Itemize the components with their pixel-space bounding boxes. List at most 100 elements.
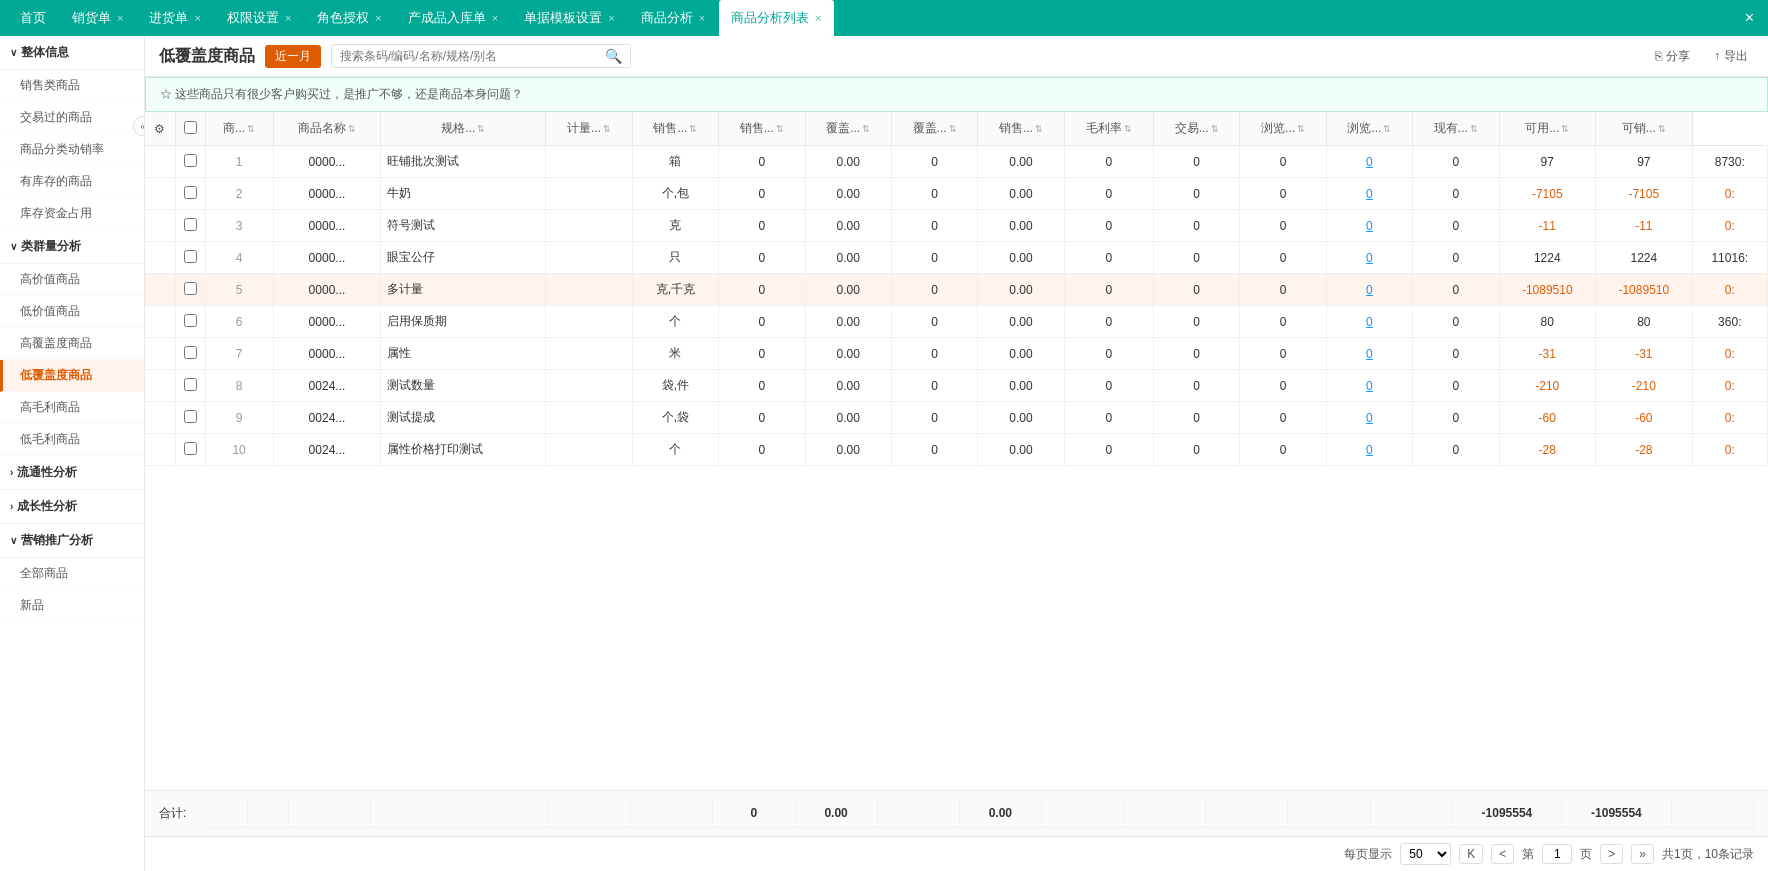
page-input[interactable] [1542, 844, 1572, 864]
view2-column-header[interactable]: 浏览...⇅ [1326, 112, 1412, 146]
row-settings[interactable] [145, 242, 175, 274]
row-view1[interactable]: 0 [1326, 178, 1412, 210]
chevron-icon: ∨ [10, 535, 17, 546]
table-container[interactable]: ⚙ 商...⇅ 商品名称⇅ 规格...⇅ 计量...⇅ 销售...⇅ 销售...… [145, 112, 1768, 790]
name-column-header[interactable]: 商品名称⇅ [273, 112, 381, 146]
close-icon[interactable]: × [492, 12, 498, 24]
coverage2-column-header[interactable]: 覆盖...⇅ [891, 112, 977, 146]
trade-column-header[interactable]: 交易...⇅ [1154, 112, 1240, 146]
close-icon[interactable]: × [285, 12, 291, 24]
spec-column-header[interactable]: 规格...⇅ [381, 112, 546, 146]
close-icon[interactable]: × [815, 12, 821, 24]
available-stock-column-header[interactable]: 可用...⇅ [1499, 112, 1596, 146]
row-view1[interactable]: 0 [1326, 338, 1412, 370]
sidebar-item-new-goods[interactable]: 新品 [0, 590, 144, 622]
sellable-column-header[interactable]: 可销...⇅ [1596, 112, 1693, 146]
sales-amt-column-header[interactable]: 销售...⇅ [719, 112, 805, 146]
sidebar-item-stock-capital[interactable]: 库存资金占用 [0, 198, 144, 230]
unit-column-header[interactable]: 计量...⇅ [546, 112, 632, 146]
row-settings[interactable] [145, 274, 175, 306]
sidebar-item-traded-goods[interactable]: 交易过的商品 [0, 102, 144, 134]
row-view1[interactable]: 0 [1326, 146, 1412, 178]
row-settings[interactable] [145, 370, 175, 402]
sales-qty-column-header[interactable]: 销售...⇅ [632, 112, 718, 146]
row-view1[interactable]: 0 [1326, 402, 1412, 434]
row-view1[interactable]: 0 [1326, 306, 1412, 338]
close-icon[interactable]: × [699, 12, 705, 24]
sidebar-item-stock-goods[interactable]: 有库存的商品 [0, 166, 144, 198]
sidebar-section-circulation[interactable]: › 流通性分析 [0, 456, 144, 490]
row-view1[interactable]: 0 [1326, 242, 1412, 274]
row-view1[interactable]: 0 [1326, 370, 1412, 402]
row-name: 符号测试 [381, 210, 546, 242]
row-checkbox[interactable] [175, 146, 205, 178]
sidebar-item-high-value[interactable]: 高价值商品 [0, 264, 144, 296]
row-settings[interactable] [145, 338, 175, 370]
nav-role[interactable]: 角色授权 × [305, 0, 393, 36]
close-icon[interactable]: × [375, 12, 381, 24]
row-checkbox[interactable] [175, 402, 205, 434]
sidebar-item-category-turnover[interactable]: 商品分类动销率 [0, 134, 144, 166]
sidebar-item-sales-goods[interactable]: 销售类商品 [0, 70, 144, 102]
gross-margin-column-header[interactable]: 毛利率⇅ [1064, 112, 1153, 146]
row-settings[interactable] [145, 402, 175, 434]
nav-goods-analysis[interactable]: 商品分析 × [629, 0, 717, 36]
sidebar-item-low-margin[interactable]: 低毛利商品 [0, 424, 144, 456]
row-settings[interactable] [145, 178, 175, 210]
sidebar-item-all-goods[interactable]: 全部商品 [0, 558, 144, 590]
current-stock-column-header[interactable]: 现有...⇅ [1413, 112, 1499, 146]
row-checkbox[interactable] [175, 242, 205, 274]
row-sales-qty: 0 [719, 370, 805, 402]
row-settings[interactable] [145, 146, 175, 178]
search-input[interactable] [340, 49, 605, 63]
row-checkbox[interactable] [175, 178, 205, 210]
settings-column-header[interactable]: ⚙ [145, 112, 175, 146]
sales-ratio-column-header[interactable]: 销售...⇅ [978, 112, 1064, 146]
checkbox-column-header[interactable] [175, 112, 205, 146]
sidebar-item-high-coverage[interactable]: 高覆盖度商品 [0, 328, 144, 360]
nav-goods-analysis-list[interactable]: 商品分析列表 × [719, 0, 833, 36]
row-checkbox[interactable] [175, 434, 205, 466]
sidebar-section-overall[interactable]: ∨ 整体信息 [0, 36, 144, 70]
per-page-select[interactable]: 50 100 200 [1400, 843, 1451, 865]
sidebar-section-cluster[interactable]: ∨ 类群量分析 [0, 230, 144, 264]
nav-purchase[interactable]: 进货单 × [137, 0, 212, 36]
select-all-checkbox[interactable] [184, 121, 197, 134]
total-current: -1095554 [1452, 799, 1562, 828]
nav-template[interactable]: 单据模板设置 × [512, 0, 626, 36]
row-checkbox[interactable] [175, 370, 205, 402]
code-column-header[interactable]: 商...⇅ [205, 112, 273, 146]
row-checkbox[interactable] [175, 210, 205, 242]
first-page-button[interactable]: K [1459, 844, 1483, 864]
row-view1[interactable]: 0 [1326, 434, 1412, 466]
row-view1[interactable]: 0 [1326, 210, 1412, 242]
nav-permission[interactable]: 权限设置 × [215, 0, 303, 36]
last-page-button[interactable]: » [1631, 844, 1654, 864]
sidebar-section-growth[interactable]: › 成长性分析 [0, 490, 144, 524]
share-button[interactable]: ⎘ 分享 [1649, 45, 1696, 68]
nav-sales[interactable]: 销货单 × [60, 0, 135, 36]
close-icon[interactable]: × [117, 12, 123, 24]
prev-page-button[interactable]: < [1491, 844, 1514, 864]
sidebar-section-marketing[interactable]: ∨ 营销推广分析 [0, 524, 144, 558]
sidebar-item-low-coverage[interactable]: 低覆盖度商品 [0, 360, 144, 392]
row-checkbox[interactable] [175, 274, 205, 306]
coverage1-column-header[interactable]: 覆盖...⇅ [805, 112, 891, 146]
sidebar-item-high-margin[interactable]: 高毛利商品 [0, 392, 144, 424]
next-page-button[interactable]: > [1600, 844, 1623, 864]
close-icon[interactable]: × [608, 12, 614, 24]
close-icon[interactable]: × [194, 12, 200, 24]
row-settings[interactable] [145, 434, 175, 466]
view1-column-header[interactable]: 浏览...⇅ [1240, 112, 1326, 146]
close-all-button[interactable]: × [1739, 7, 1760, 29]
nav-product-in[interactable]: 产成品入库单 × [396, 0, 510, 36]
row-view1[interactable]: 0 [1326, 274, 1412, 306]
row-checkbox[interactable] [175, 338, 205, 370]
nav-home[interactable]: 首页 [8, 0, 58, 36]
export-button[interactable]: ↑ 导出 [1708, 45, 1754, 68]
time-filter-button[interactable]: 近一月 [265, 45, 321, 68]
sidebar-item-low-value[interactable]: 低价值商品 [0, 296, 144, 328]
row-settings[interactable] [145, 210, 175, 242]
row-settings[interactable] [145, 306, 175, 338]
row-checkbox[interactable] [175, 306, 205, 338]
